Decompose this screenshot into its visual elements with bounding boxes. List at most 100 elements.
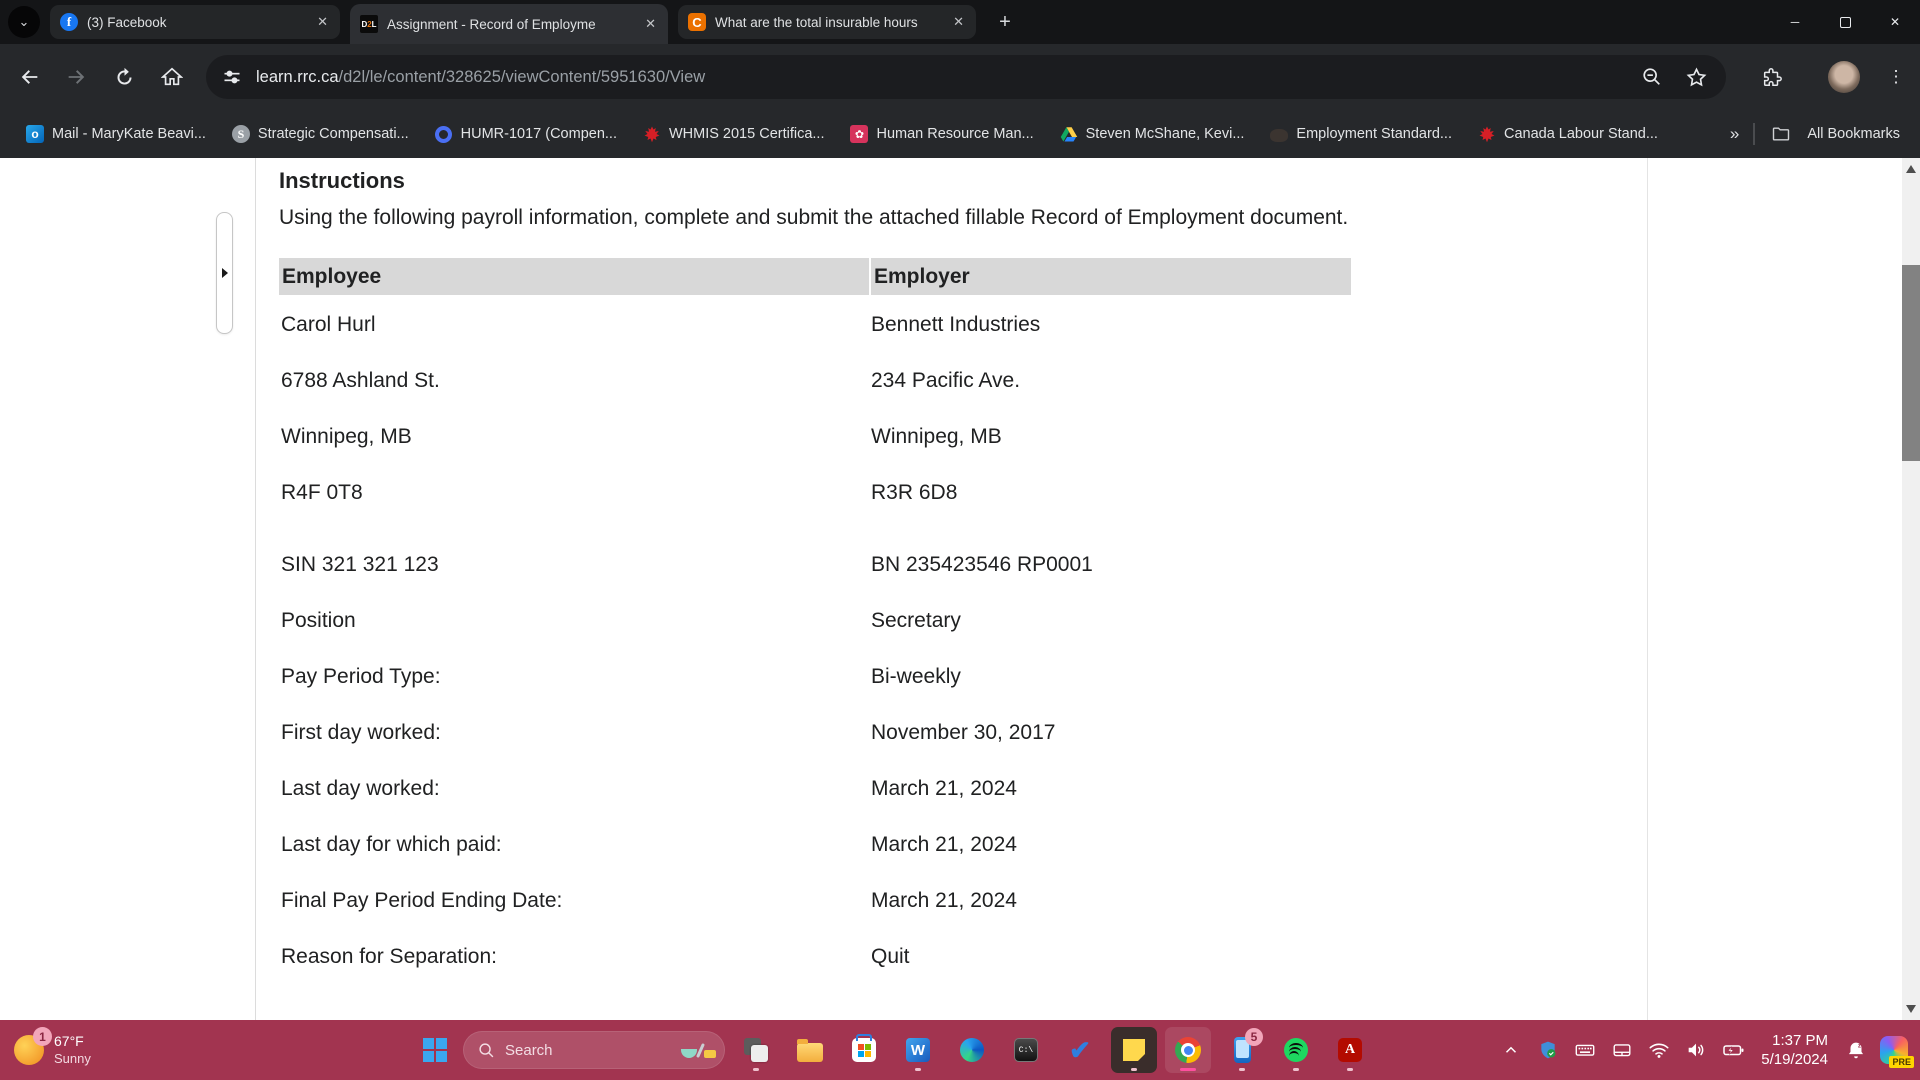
volume-button[interactable] — [1683, 1030, 1709, 1070]
maximize-button[interactable] — [1820, 0, 1870, 44]
divider — [1753, 123, 1755, 145]
tab-search-button[interactable]: ⌄ — [8, 6, 40, 38]
tray-time: 1:37 PM — [1761, 1031, 1828, 1051]
browser-toolbar: learn.rrc.ca/d2l/le/content/328625/viewC… — [0, 44, 1920, 110]
taskbar-app-terminal[interactable]: C:\ — [1003, 1027, 1049, 1073]
bookmark-whmis[interactable]: WHMIS 2015 Certifica... — [643, 125, 825, 143]
start-button[interactable] — [415, 1030, 455, 1070]
bookmark-mcshane-drive[interactable]: Steven McShane, Kevi... — [1060, 125, 1245, 143]
forward-button[interactable] — [58, 59, 94, 95]
running-indicator — [915, 1068, 921, 1071]
google-drive-icon — [1060, 125, 1078, 143]
close-tab-icon[interactable]: ✕ — [643, 16, 658, 32]
svg-text:z: z — [1858, 1042, 1861, 1049]
bookmark-strategic-compensation[interactable]: S Strategic Compensati... — [232, 125, 409, 143]
file-explorer-icon — [797, 1043, 823, 1062]
home-button[interactable] — [154, 59, 190, 95]
search-label: Search — [505, 1042, 553, 1059]
clock-widget[interactable]: 1:37 PM 5/19/2024 — [1761, 1031, 1828, 1070]
taskbar-app-acrobat[interactable]: A — [1327, 1027, 1373, 1073]
all-bookmarks-button[interactable]: All Bookmarks — [1807, 126, 1900, 142]
command-prompt-icon: C:\ — [1014, 1038, 1038, 1062]
close-tab-icon[interactable]: ✕ — [315, 14, 330, 30]
bookmark-humr-1017[interactable]: HUMR-1017 (Compen... — [435, 125, 617, 143]
system-tray: 1:37 PM 5/19/2024 z PRE — [1498, 1030, 1920, 1070]
taskbar-app-todo[interactable]: ✔ — [1057, 1027, 1103, 1073]
scroll-up-arrow[interactable] — [1906, 165, 1916, 173]
puzzle-icon — [1761, 66, 1783, 88]
battery-button[interactable] — [1720, 1030, 1746, 1070]
taskbar-search-box[interactable]: Search — [463, 1031, 725, 1069]
tray-date: 5/19/2024 — [1761, 1050, 1828, 1070]
close-window-button[interactable]: ✕ — [1870, 0, 1920, 44]
profile-avatar[interactable] — [1828, 61, 1860, 93]
employee-cell: First day worked: — [281, 721, 871, 777]
taskbar-app-phone-link[interactable]: 5 — [1219, 1027, 1265, 1073]
table-row: Final Pay Period Ending Date:March 21, 2… — [281, 889, 1481, 945]
bookmark-mail[interactable]: o Mail - MaryKate Beavi... — [26, 125, 206, 143]
wifi-button[interactable] — [1646, 1030, 1672, 1070]
bookmark-label: Canada Labour Stand... — [1504, 126, 1658, 142]
employer-cell: R3R 6D8 — [871, 481, 957, 537]
taskbar-app-sticky-notes[interactable] — [1111, 1027, 1157, 1073]
bookmark-canada-labour[interactable]: Canada Labour Stand... — [1478, 125, 1658, 143]
tray-overflow-button[interactable] — [1498, 1030, 1524, 1070]
table-row: R4F 0T8R3R 6D8 — [281, 481, 1481, 537]
employee-cell: Winnipeg, MB — [281, 425, 871, 481]
kebab-menu-icon: ⋮ — [1888, 67, 1905, 87]
taskbar-app-chrome[interactable] — [1165, 1027, 1211, 1073]
omnibox-actions — [1641, 66, 1726, 89]
employee-cell: SIN 321 321 123 — [281, 553, 871, 609]
taskbar-app-ms-store[interactable] — [841, 1027, 887, 1073]
content-left-border — [255, 158, 256, 1020]
employer-cell: 234 Pacific Ave. — [871, 369, 1020, 425]
reload-icon — [114, 67, 135, 88]
tab-chegg[interactable]: C What are the total insurable hours ✕ — [678, 5, 976, 39]
page-scrollbar[interactable] — [1902, 158, 1920, 1020]
edge-icon — [960, 1038, 984, 1062]
bookmarks-overflow-button[interactable]: » — [1730, 124, 1737, 144]
touch-keyboard-button[interactable] — [1572, 1030, 1598, 1070]
taskbar-app-spotify[interactable] — [1273, 1027, 1319, 1073]
scroll-down-arrow[interactable] — [1906, 1005, 1916, 1013]
taskbar-app-taskview[interactable] — [733, 1027, 779, 1073]
notification-bell-button[interactable]: z — [1843, 1030, 1869, 1070]
bookmark-employment-standards[interactable]: Employment Standard... — [1270, 125, 1452, 143]
url-path: /d2l/le/content/328625/viewContent/59516… — [339, 68, 706, 86]
close-tab-icon[interactable]: ✕ — [951, 14, 966, 30]
employee-cell: R4F 0T8 — [281, 481, 871, 537]
bookmark-star-icon[interactable] — [1685, 66, 1708, 89]
address-bar[interactable]: learn.rrc.ca/d2l/le/content/328625/viewC… — [206, 55, 1726, 99]
home-icon — [161, 66, 183, 88]
bookmark-hr-management[interactable]: ✿ Human Resource Man... — [850, 125, 1033, 143]
employee-cell: Reason for Separation: — [281, 945, 871, 1001]
scrollbar-thumb[interactable] — [1902, 265, 1920, 461]
minimize-button[interactable]: ─ — [1770, 0, 1820, 44]
content-nav-flyout-handle[interactable] — [216, 212, 233, 334]
new-tab-button[interactable]: + — [990, 7, 1020, 37]
browser-tab-strip: ⌄ f (3) Facebook ✕ D2L Assignment - Reco… — [0, 0, 1920, 44]
reload-button[interactable] — [106, 59, 142, 95]
zoom-out-icon[interactable] — [1641, 66, 1663, 88]
sun-icon: 1 — [14, 1035, 44, 1065]
windows-taskbar: 1 67°F Sunny Search W C:\ ✔ 5 A — [0, 1020, 1920, 1080]
back-button[interactable] — [12, 59, 48, 95]
site-settings-icon[interactable] — [222, 67, 242, 87]
maple-leaf-icon — [643, 125, 661, 143]
taskbar-app-edge[interactable] — [949, 1027, 995, 1073]
touchpad-button[interactable] — [1609, 1030, 1635, 1070]
tab-facebook[interactable]: f (3) Facebook ✕ — [50, 5, 340, 39]
weather-condition: Sunny — [54, 1051, 91, 1067]
extensions-button[interactable] — [1754, 59, 1790, 95]
taskbar-app-file-explorer[interactable] — [787, 1027, 833, 1073]
bookmark-label: Strategic Compensati... — [258, 126, 409, 142]
copilot-button[interactable]: PRE — [1880, 1036, 1908, 1064]
windows-security-button[interactable] — [1535, 1030, 1561, 1070]
browser-menu-button[interactable]: ⋮ — [1884, 59, 1908, 95]
active-app-indicator — [1180, 1068, 1196, 1071]
tab-assignment-active[interactable]: D2L Assignment - Record of Employme ✕ — [350, 4, 668, 44]
taskbar-app-word[interactable]: W — [895, 1027, 941, 1073]
tab-title: Assignment - Record of Employme — [387, 17, 634, 32]
employee-cell: Last day for which paid: — [281, 833, 871, 889]
weather-widget[interactable]: 1 67°F Sunny — [0, 1033, 200, 1067]
